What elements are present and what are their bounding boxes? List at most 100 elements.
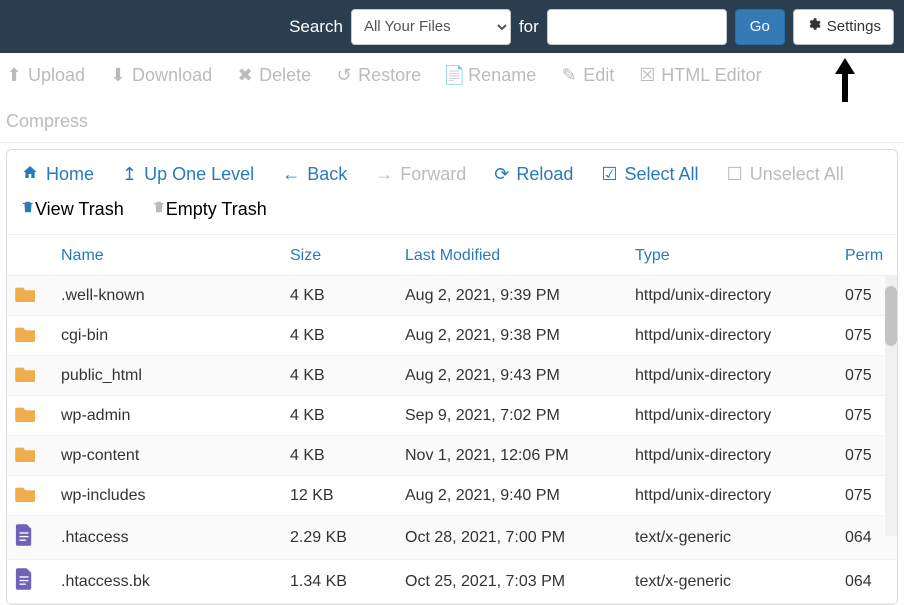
- cell-type: text/x-generic: [635, 573, 845, 591]
- col-header-modified[interactable]: Last Modified: [405, 247, 635, 265]
- cell-modified: Aug 2, 2021, 9:39 PM: [405, 287, 635, 305]
- delete-button: ✖Delete: [237, 65, 311, 86]
- unselect-all-icon: ☐: [727, 164, 743, 185]
- cell-modified: Nov 1, 2021, 12:06 PM: [405, 447, 635, 465]
- back-button[interactable]: ←Back: [282, 164, 347, 185]
- cell-size: 12 KB: [290, 487, 405, 505]
- go-button[interactable]: Go: [735, 9, 785, 45]
- edit-button: ✎Edit: [561, 65, 614, 86]
- cell-name: .well-known: [55, 287, 290, 305]
- folder-icon: [15, 284, 55, 307]
- folder-icon: [15, 324, 55, 347]
- back-icon: ←: [282, 164, 300, 185]
- col-header-perm[interactable]: Perm: [845, 247, 895, 265]
- cell-name: wp-content: [55, 447, 290, 465]
- file-panel: Home ↥Up One Level ←Back →Forward ⟳Reloa…: [6, 149, 898, 605]
- cell-modified: Oct 28, 2021, 7:00 PM: [405, 529, 635, 547]
- scrollbar[interactable]: [885, 276, 897, 536]
- cell-modified: Aug 2, 2021, 9:40 PM: [405, 487, 635, 505]
- home-icon: [21, 164, 39, 185]
- select-all-button[interactable]: ☑Select All: [601, 164, 698, 185]
- cell-size: 4 KB: [290, 407, 405, 425]
- search-scope-select[interactable]: All Your Files: [351, 9, 511, 45]
- col-header-size[interactable]: Size: [290, 247, 405, 265]
- html-editor-icon: ☒: [639, 65, 655, 86]
- cell-type: httpd/unix-directory: [635, 327, 845, 345]
- col-header-type[interactable]: Type: [635, 247, 845, 265]
- file-icon: [15, 524, 55, 551]
- cell-modified: Aug 2, 2021, 9:43 PM: [405, 367, 635, 385]
- folder-icon: [15, 364, 55, 387]
- table-row[interactable]: public_html4 KBAug 2, 2021, 9:43 PMhttpd…: [7, 356, 897, 396]
- trash-icon: [21, 199, 35, 219]
- compress-button: Compress: [6, 111, 896, 132]
- unselect-all-button: ☐Unselect All: [727, 164, 844, 185]
- file-table: Name Size Last Modified Type Perm .well-…: [7, 234, 897, 604]
- cell-perm: 064: [845, 573, 895, 591]
- forward-button: →Forward: [375, 164, 466, 185]
- table-row[interactable]: .htaccess2.29 KBOct 28, 2021, 7:00 PMtex…: [7, 516, 897, 560]
- rename-icon: 📄: [446, 65, 462, 86]
- cell-size: 4 KB: [290, 447, 405, 465]
- table-row[interactable]: cgi-bin4 KBAug 2, 2021, 9:38 PMhttpd/uni…: [7, 316, 897, 356]
- cell-size: 1.34 KB: [290, 573, 405, 591]
- html-editor-button: ☒HTML Editor: [639, 65, 761, 86]
- folder-icon: [15, 444, 55, 467]
- cell-size: 4 KB: [290, 327, 405, 345]
- cell-name: .htaccess.bk: [55, 573, 290, 591]
- cell-size: 4 KB: [290, 367, 405, 385]
- folder-icon: [15, 404, 55, 427]
- table-row[interactable]: .htaccess.bk1.34 KBOct 25, 2021, 7:03 PM…: [7, 560, 897, 604]
- upload-icon: ⬆: [6, 65, 22, 86]
- home-button[interactable]: Home: [21, 164, 94, 185]
- settings-button[interactable]: Settings: [793, 9, 894, 45]
- up-icon: ↥: [122, 164, 137, 185]
- cell-type: httpd/unix-directory: [635, 287, 845, 305]
- cell-name: wp-includes: [55, 487, 290, 505]
- file-icon: [15, 568, 55, 595]
- table-row[interactable]: .well-known4 KBAug 2, 2021, 9:39 PMhttpd…: [7, 276, 897, 316]
- rename-button: 📄Rename: [446, 65, 536, 86]
- search-label: Search: [289, 17, 343, 37]
- restore-icon: ↺: [336, 65, 352, 86]
- edit-icon: ✎: [561, 65, 577, 86]
- cell-type: httpd/unix-directory: [635, 407, 845, 425]
- cell-modified: Sep 9, 2021, 7:02 PM: [405, 407, 635, 425]
- upload-button[interactable]: ⬆Upload: [6, 65, 85, 86]
- table-row[interactable]: wp-content4 KBNov 1, 2021, 12:06 PMhttpd…: [7, 436, 897, 476]
- download-icon: ⬇: [110, 65, 126, 86]
- folder-icon: [15, 484, 55, 507]
- view-trash-button[interactable]: View Trash: [21, 199, 124, 220]
- forward-icon: →: [375, 164, 393, 185]
- reload-button[interactable]: ⟳Reload: [494, 164, 573, 185]
- restore-button: ↺Restore: [336, 65, 421, 86]
- cell-type: httpd/unix-directory: [635, 447, 845, 465]
- search-input[interactable]: [547, 9, 727, 45]
- table-row[interactable]: wp-admin4 KBSep 9, 2021, 7:02 PMhttpd/un…: [7, 396, 897, 436]
- cell-name: wp-admin: [55, 407, 290, 425]
- reload-icon: ⟳: [494, 164, 509, 185]
- up-one-level-button[interactable]: ↥Up One Level: [122, 164, 254, 185]
- for-label: for: [519, 17, 539, 37]
- col-header-name[interactable]: Name: [55, 247, 290, 265]
- trash-icon: [152, 199, 166, 219]
- scrollbar-thumb[interactable]: [885, 286, 897, 346]
- delete-icon: ✖: [237, 65, 253, 86]
- gear-icon: [806, 17, 821, 36]
- settings-label: Settings: [827, 18, 881, 35]
- cell-name: .htaccess: [55, 529, 290, 547]
- cell-type: httpd/unix-directory: [635, 487, 845, 505]
- cell-size: 2.29 KB: [290, 529, 405, 547]
- cell-modified: Oct 25, 2021, 7:03 PM: [405, 573, 635, 591]
- table-row[interactable]: wp-includes12 KBAug 2, 2021, 9:40 PMhttp…: [7, 476, 897, 516]
- cell-size: 4 KB: [290, 287, 405, 305]
- top-search-bar: Search All Your Files for Go Settings: [0, 0, 904, 53]
- table-header: Name Size Last Modified Type Perm: [7, 234, 897, 276]
- empty-trash-button: Empty Trash: [152, 199, 267, 220]
- cell-type: httpd/unix-directory: [635, 367, 845, 385]
- nav-row: Home ↥Up One Level ←Back →Forward ⟳Reloa…: [7, 150, 897, 193]
- action-toolbar: ⬆Upload ⬇Download ✖Delete ↺Restore 📄Rena…: [0, 53, 904, 143]
- download-button: ⬇Download: [110, 65, 212, 86]
- cell-type: text/x-generic: [635, 529, 845, 547]
- cell-modified: Aug 2, 2021, 9:38 PM: [405, 327, 635, 345]
